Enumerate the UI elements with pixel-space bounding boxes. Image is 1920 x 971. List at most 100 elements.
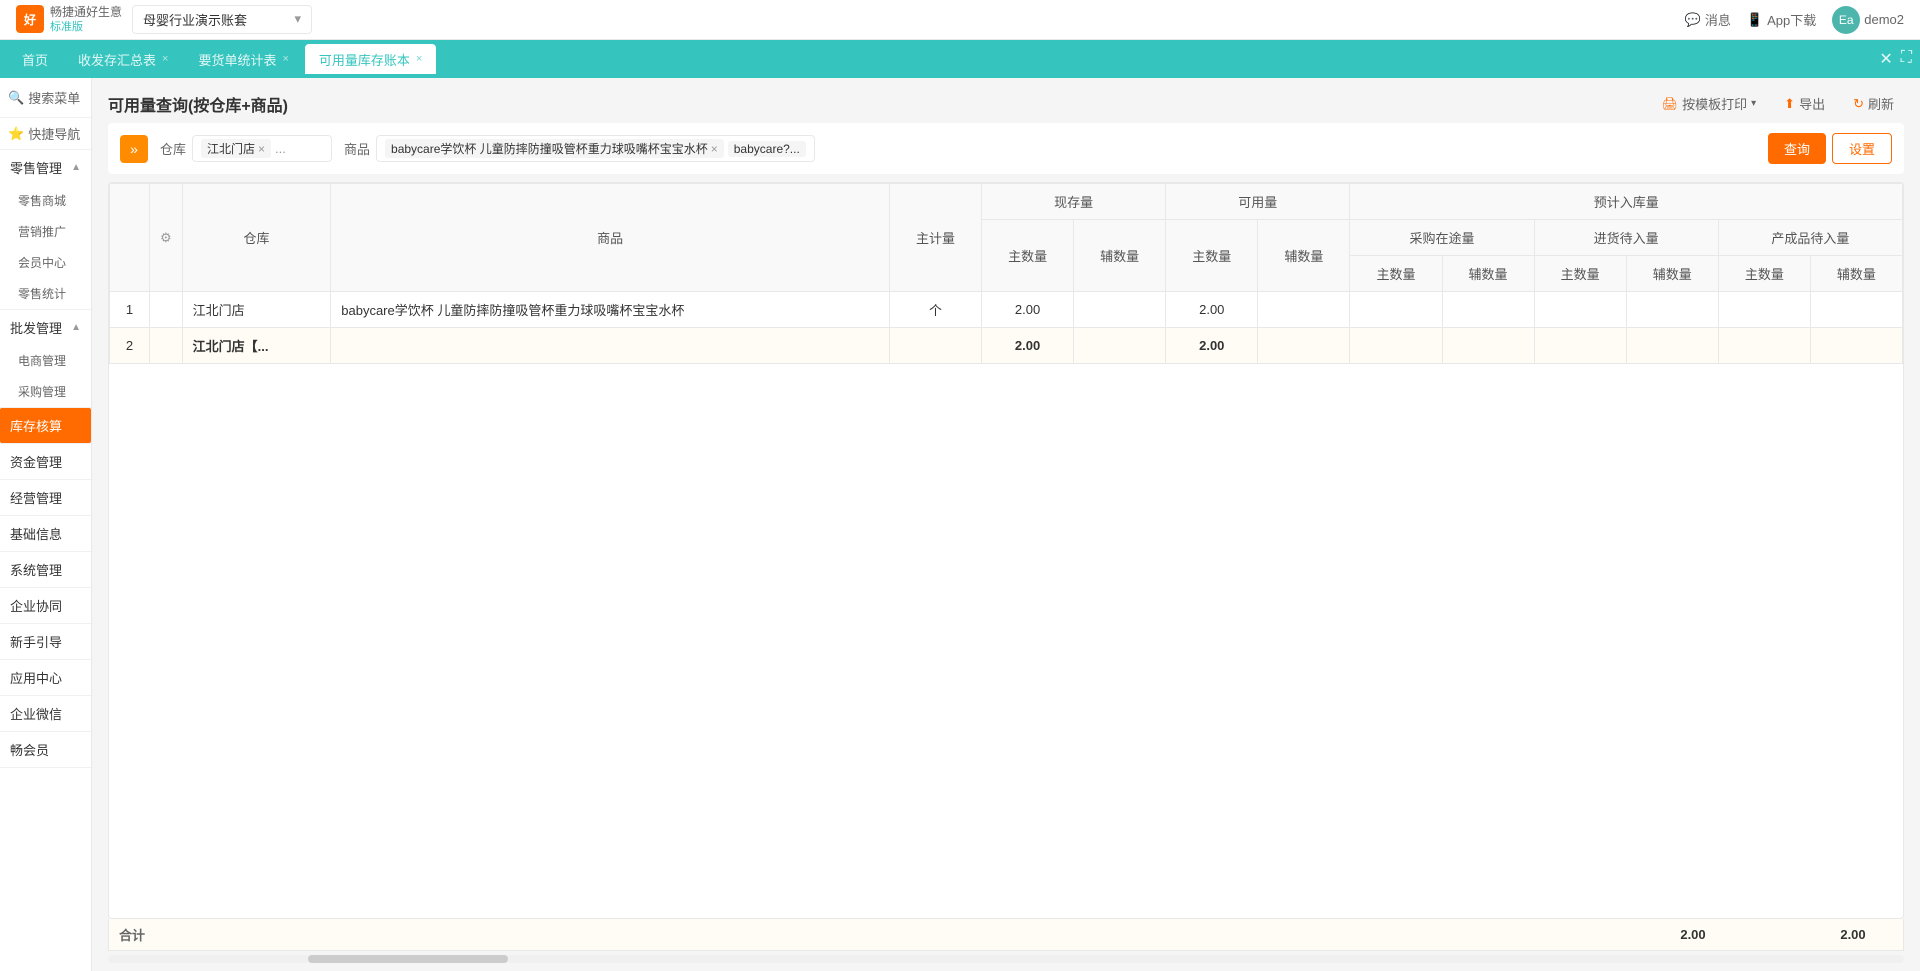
search-icon: 🔍 — [8, 90, 24, 106]
tab-order-stats[interactable]: 要货单统计表 × — [184, 44, 302, 74]
page-title: 可用量查询(按仓库+商品) — [108, 92, 288, 116]
query-btn[interactable]: 查询 — [1768, 133, 1826, 164]
template-print-btn[interactable]: 🖨 按模板打印 ▾ — [1652, 90, 1767, 117]
row-production-main — [1718, 328, 1810, 364]
gear-icon[interactable]: ⚙ — [160, 230, 172, 245]
sidebar-group-operations: 经营管理 — [0, 480, 91, 516]
filter-expand-btn[interactable]: » — [120, 135, 148, 163]
row-inbound-aux — [1626, 328, 1718, 364]
th-production-main: 主数量 — [1718, 256, 1810, 292]
sidebar-group-retail-title[interactable]: 零售管理 — [0, 150, 91, 185]
content-area: 可用量查询(按仓库+商品) 🖨 按模板打印 ▾ ⬆ 导出 ↻ 刷新 » — [92, 78, 1920, 971]
th-available: 可用量 — [1166, 184, 1350, 220]
refresh-btn[interactable]: ↻ 刷新 — [1843, 90, 1904, 117]
app-download-btn[interactable]: 📱 App下载 — [1747, 10, 1816, 29]
tab-close-receipt-summary[interactable]: × — [162, 53, 168, 65]
page-actions: 🖨 按模板打印 ▾ ⬆ 导出 ↻ 刷新 — [1652, 90, 1904, 117]
table-footer: 合计 2.00 2.00 — [108, 919, 1904, 951]
filter-product: 商品 babycare学饮杯 儿童防摔防撞吸管杯重力球吸嘴杯宝宝水杯 × bab… — [344, 135, 815, 162]
row-purchase-main — [1350, 292, 1442, 328]
warehouse-tag: 江北门店 × — [201, 139, 271, 158]
th-inbound-pending: 进货待入量 — [1534, 220, 1718, 256]
sidebar-group-operations-title[interactable]: 经营管理 — [0, 480, 91, 515]
row-avail-aux — [1258, 292, 1350, 328]
row-stock-aux — [1074, 292, 1166, 328]
total-label: 合计 — [119, 925, 145, 944]
message-btn[interactable]: 💬 消息 — [1685, 10, 1731, 29]
warehouse-more[interactable]: ... — [275, 141, 286, 156]
row-warehouse: 江北门店【... — [182, 328, 331, 364]
tab-fullscreen-btn[interactable]: ⛶ — [1901, 49, 1912, 69]
sidebar-item-procurement[interactable]: 采购管理 — [0, 376, 91, 407]
industry-selector[interactable]: 母婴行业演示账套 ▾ — [132, 5, 312, 34]
tab-close-available-inventory[interactable]: × — [416, 53, 422, 65]
row-production-aux — [1810, 328, 1902, 364]
sidebar-item-retail-mall[interactable]: 零售商城 — [0, 185, 91, 216]
header-right: 💬 消息 📱 App下载 Ea demo2 — [1685, 6, 1904, 34]
message-icon: 💬 — [1685, 12, 1701, 28]
sidebar-group-wholesale-title[interactable]: 批发管理 — [0, 310, 91, 345]
sidebar-group-wholesale: 批发管理 电商管理 采购管理 — [0, 310, 91, 408]
top-header: 好 畅捷通好生意 标准版 母婴行业演示账套 ▾ 💬 消息 📱 App下载 Ea … — [0, 0, 1920, 40]
download-icon: 📱 — [1747, 12, 1763, 28]
sidebar-group-enterprise-title[interactable]: 企业协同 — [0, 588, 91, 623]
sidebar-search[interactable]: 🔍 搜索菜单 — [0, 78, 91, 118]
header-left: 好 畅捷通好生意 标准版 母婴行业演示账套 ▾ — [16, 5, 312, 35]
row-inbound-main — [1534, 292, 1626, 328]
th-production-aux: 辅数量 — [1810, 256, 1902, 292]
tab-close-order-stats[interactable]: × — [282, 53, 288, 65]
chevron-down-icon: ▾ — [294, 11, 301, 27]
row-purchase-main — [1350, 328, 1442, 364]
tab-close-all-btn[interactable]: ✕ — [1879, 49, 1892, 69]
warehouse-tag-close[interactable]: × — [258, 142, 265, 156]
tab-receipt-summary[interactable]: 收发存汇总表 × — [64, 44, 182, 74]
sidebar-item-members[interactable]: 会员中心 — [0, 247, 91, 278]
sidebar-group-guide-title[interactable]: 新手引导 — [0, 624, 91, 659]
sidebar-group-finance-title[interactable]: 资金管理 — [0, 444, 91, 479]
th-purchase-transit: 采购在途量 — [1350, 220, 1534, 256]
sidebar-group-basic-info: 基础信息 — [0, 516, 91, 552]
horizontal-scrollbar[interactable] — [108, 955, 1904, 963]
table-row: 2 江北门店【... 2.00 2.00 — [110, 328, 1903, 364]
export-btn[interactable]: ⬆ 导出 — [1774, 90, 1835, 117]
sidebar-group-member-title[interactable]: 畅会员 — [0, 732, 91, 767]
row-avail-main: 2.00 — [1166, 292, 1258, 328]
row-inbound-main — [1534, 328, 1626, 364]
warehouse-input[interactable]: 江北门店 × ... — [192, 135, 332, 162]
sidebar-item-marketing[interactable]: 营销推广 — [0, 216, 91, 247]
row-index: 2 — [110, 328, 150, 364]
product-tag-1-close[interactable]: × — [711, 142, 718, 156]
th-purchase-main: 主数量 — [1350, 256, 1442, 292]
sidebar-item-retail-stats[interactable]: 零售统计 — [0, 278, 91, 309]
user-profile[interactable]: Ea demo2 — [1832, 6, 1904, 34]
product-input[interactable]: babycare学饮杯 儿童防摔防撞吸管杯重力球吸嘴杯宝宝水杯 × babyca… — [376, 135, 815, 162]
sidebar-group-app-center-title[interactable]: 应用中心 — [0, 660, 91, 695]
th-product: 商品 — [331, 184, 890, 292]
logo-icon: 好 — [16, 5, 44, 33]
sidebar-item-ecommerce[interactable]: 电商管理 — [0, 345, 91, 376]
settings-btn[interactable]: 设置 — [1832, 133, 1892, 164]
sidebar-group-system-title[interactable]: 系统管理 — [0, 552, 91, 587]
th-settings: ⚙ — [150, 184, 183, 292]
sidebar-quick-nav[interactable]: ⭐ 快捷导航 — [0, 118, 91, 150]
row-avail-aux — [1258, 328, 1350, 364]
row-warehouse: 江北门店 — [182, 292, 331, 328]
star-icon: ⭐ — [8, 126, 24, 142]
main-layout: 🔍 搜索菜单 ⭐ 快捷导航 零售管理 零售商城 营销推广 会员中心 零售统计 批… — [0, 78, 1920, 971]
logo-area: 好 畅捷通好生意 标准版 — [16, 5, 122, 35]
sidebar-group-wechat-title[interactable]: 企业微信 — [0, 696, 91, 731]
filter-warehouse: 仓库 江北门店 × ... — [160, 135, 332, 162]
th-main-unit: 主计量 — [889, 184, 981, 292]
th-stock-main: 主数量 — [982, 220, 1074, 292]
tab-available-inventory[interactable]: 可用量库存账本 × — [305, 44, 436, 74]
scroll-thumb[interactable] — [308, 955, 508, 963]
sidebar-group-basic-info-title[interactable]: 基础信息 — [0, 516, 91, 551]
sidebar-group-finance: 资金管理 — [0, 444, 91, 480]
th-stock-aux: 辅数量 — [1074, 220, 1166, 292]
th-avail-aux: 辅数量 — [1258, 220, 1350, 292]
sidebar-group-inventory-title[interactable]: 库存核算 — [0, 408, 91, 443]
tab-home[interactable]: 首页 — [8, 44, 62, 74]
th-current-stock: 现存量 — [982, 184, 1166, 220]
row-stock-main: 2.00 — [982, 328, 1074, 364]
table-container: ⚙ 仓库 商品 主计量 现存量 可用量 预计入库量 主数量 辅数量 主数量 辅数… — [108, 182, 1904, 919]
